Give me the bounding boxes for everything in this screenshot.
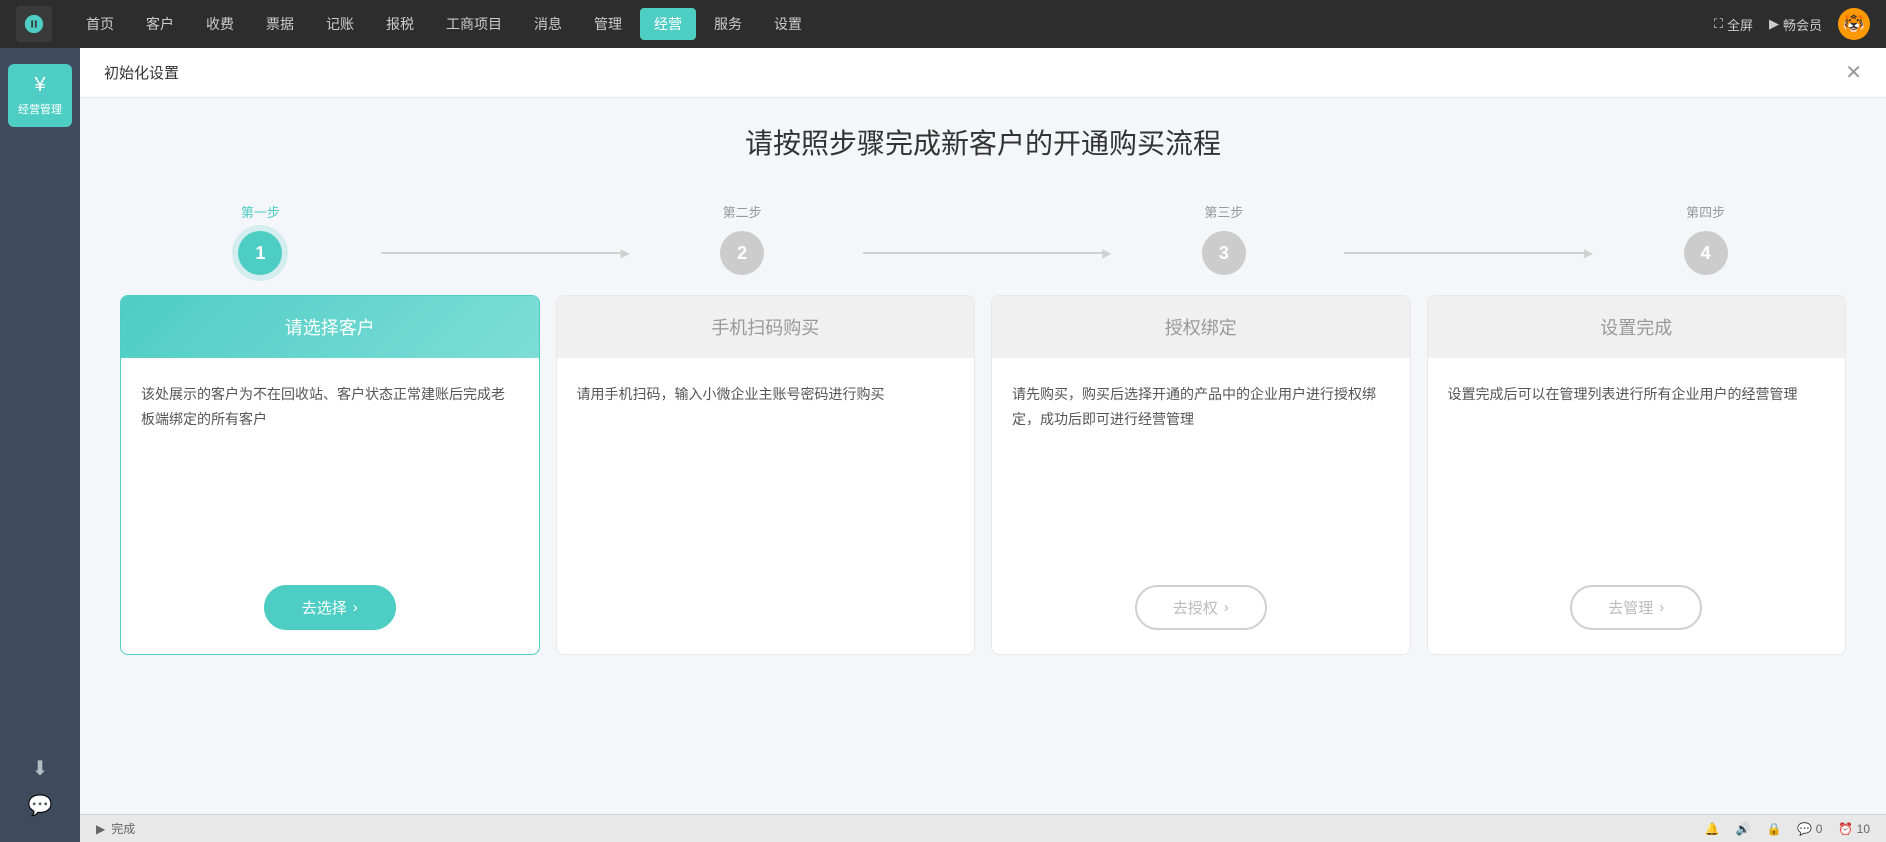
- step-card-2: 手机扫码购买 请用手机扫码，输入小微企业主账号密码进行购买: [556, 295, 976, 655]
- card-1-header: 请选择客户: [121, 296, 539, 358]
- step-4-btn-label: 去管理: [1608, 597, 1653, 618]
- step-1-btn-arrow: ›: [353, 599, 358, 616]
- nav-operation[interactable]: 经营: [640, 8, 696, 40]
- app-logo: [16, 6, 52, 42]
- sidebar-item-operation[interactable]: ¥ 经营管理: [8, 64, 72, 127]
- sidebar-bottom: ⬇ 💬: [28, 756, 53, 826]
- fullscreen-btn[interactable]: ⛶ 全屏: [1714, 15, 1753, 34]
- step-card-1: 请选择客户 该处展示的客户为不在回收站、客户状态正常建账后完成老板端绑定的所有客…: [120, 295, 540, 655]
- nav-manage[interactable]: 管理: [580, 8, 636, 40]
- step-1-circle: 1: [238, 231, 282, 275]
- fullscreen-icon: ⛶: [1714, 16, 1723, 32]
- main-heading: 请按照步骤完成新客户的开通购买流程: [120, 122, 1846, 162]
- download-icon[interactable]: ⬇: [32, 756, 49, 781]
- chat-count: 💬 0: [1797, 822, 1822, 836]
- play-icon: ▶: [1769, 16, 1779, 32]
- step-3-header: 第三步 3: [1103, 202, 1344, 275]
- content-area: 请按照步骤完成新客户的开通购买流程 第一步 1 ▶ 第二步: [80, 98, 1886, 814]
- sidebar: ¥ 经营管理 ⬇ 💬: [0, 48, 80, 842]
- card-3-body: 请先购买，购买后选择开通的产品中的企业用户进行授权绑定，成功后即可进行经营管理: [992, 358, 1410, 569]
- card-3-header: 授权绑定: [992, 296, 1410, 358]
- step-2-circle: 2: [720, 231, 764, 275]
- card-1-footer: 去选择 ›: [121, 569, 539, 654]
- step-4-header: 第四步 4: [1585, 202, 1826, 275]
- status-bar: ▶ 完成 🔔 🔊 🔒 💬 0 ⏰ 10: [80, 814, 1886, 842]
- step-1-btn-label: 去选择: [302, 597, 347, 618]
- step-4-btn-arrow: ›: [1659, 599, 1664, 616]
- status-right: 🔔 🔊 🔒 💬 0 ⏰ 10: [1705, 822, 1870, 836]
- step-3-circle: 3: [1202, 231, 1246, 275]
- step-4-label: 第四步: [1686, 202, 1725, 221]
- nav-service[interactable]: 服务: [700, 8, 756, 40]
- card-2-body: 请用手机扫码，输入小微企业主账号密码进行购买: [557, 358, 975, 614]
- step-3-btn-arrow: ›: [1224, 599, 1229, 616]
- fullscreen-label: 全屏: [1727, 15, 1753, 34]
- card-2-header: 手机扫码购买: [557, 296, 975, 358]
- card-2-footer: [557, 614, 975, 654]
- operation-icon: ¥: [34, 74, 45, 97]
- card-1-body: 该处展示的客户为不在回收站、客户状态正常建账后完成老板端绑定的所有客户: [121, 358, 539, 569]
- step-4-circle: 4: [1684, 231, 1728, 275]
- clock-count: ⏰ 10: [1838, 822, 1870, 836]
- nav-tax[interactable]: 报税: [372, 8, 428, 40]
- page-title: 初始化设置: [104, 62, 179, 83]
- app-layout: ¥ 经营管理 ⬇ 💬 初始化设置 ✕ 请按照步骤完成新客户的开通购买流程 第一步: [0, 48, 1886, 842]
- nav-message[interactable]: 消息: [520, 8, 576, 40]
- card-4-footer: 去管理 ›: [1428, 569, 1846, 654]
- arrow-3: ▶: [1584, 246, 1593, 260]
- main-content: 初始化设置 ✕ 请按照步骤完成新客户的开通购买流程 第一步 1 ▶: [80, 48, 1886, 842]
- arrow-2: ▶: [1102, 246, 1111, 260]
- step-4-button[interactable]: 去管理 ›: [1570, 585, 1702, 630]
- lock-icon[interactable]: 🔒: [1766, 822, 1781, 836]
- step-2-header: 第二步 2: [622, 202, 863, 275]
- volume-icon[interactable]: 🔊: [1736, 822, 1751, 836]
- card-3-footer: 去授权 ›: [992, 569, 1410, 654]
- sidebar-item-label: 经营管理: [18, 101, 62, 117]
- nav-settings[interactable]: 设置: [760, 8, 816, 40]
- nav-home[interactable]: 首页: [72, 8, 128, 40]
- nav-right: ⛶ 全屏 ▶ 畅会员 🐯: [1714, 8, 1870, 40]
- step-3-btn-label: 去授权: [1173, 597, 1218, 618]
- logo-icon: [23, 13, 45, 35]
- support-icon[interactable]: 💬: [28, 793, 53, 818]
- step-card-4: 设置完成 设置完成后可以在管理列表进行所有企业用户的经营管理 去管理 ›: [1427, 295, 1847, 655]
- connector-1: ▶: [381, 252, 622, 254]
- vip-btn[interactable]: ▶ 畅会员: [1769, 15, 1822, 34]
- step-2-label: 第二步: [723, 202, 762, 221]
- play-status-icon: ▶: [96, 822, 105, 836]
- step-3-label: 第三步: [1204, 202, 1243, 221]
- step-1-button[interactable]: 去选择 ›: [264, 585, 396, 630]
- connector-3: ▶: [1344, 252, 1585, 254]
- step-3-button[interactable]: 去授权 ›: [1135, 585, 1267, 630]
- page-header: 初始化设置 ✕: [80, 48, 1886, 98]
- nav-customer[interactable]: 客户: [132, 8, 188, 40]
- connector-2: ▶: [863, 252, 1104, 254]
- user-avatar[interactable]: 🐯: [1838, 8, 1870, 40]
- step-card-3: 授权绑定 请先购买，购买后选择开通的产品中的企业用户进行授权绑定，成功后即可进行…: [991, 295, 1411, 655]
- nav-fee[interactable]: 收费: [192, 8, 248, 40]
- nav-account[interactable]: 记账: [312, 8, 368, 40]
- arrow-1: ▶: [620, 246, 629, 260]
- status-left: ▶ 完成: [96, 820, 135, 837]
- step-1-header: 第一步 1: [140, 202, 381, 275]
- vip-label: 畅会员: [1783, 15, 1822, 34]
- card-4-header: 设置完成: [1428, 296, 1846, 358]
- cards-container: 请选择客户 该处展示的客户为不在回收站、客户状态正常建账后完成老板端绑定的所有客…: [120, 295, 1846, 655]
- bell-icon[interactable]: 🔔: [1705, 822, 1720, 836]
- close-button[interactable]: ✕: [1845, 63, 1862, 83]
- card-4-body: 设置完成后可以在管理列表进行所有企业用户的经营管理: [1428, 358, 1846, 569]
- steps-row: 第一步 1 ▶ 第二步 2 ▶: [120, 202, 1846, 275]
- step-1-label: 第一步: [241, 202, 280, 221]
- nav-business[interactable]: 工商项目: [432, 8, 516, 40]
- top-nav: 首页 客户 收费 票据 记账 报税 工商项目 消息 管理 经营 服务 设置 ⛶ …: [0, 0, 1886, 48]
- nav-bill[interactable]: 票据: [252, 8, 308, 40]
- status-text: 完成: [111, 820, 135, 837]
